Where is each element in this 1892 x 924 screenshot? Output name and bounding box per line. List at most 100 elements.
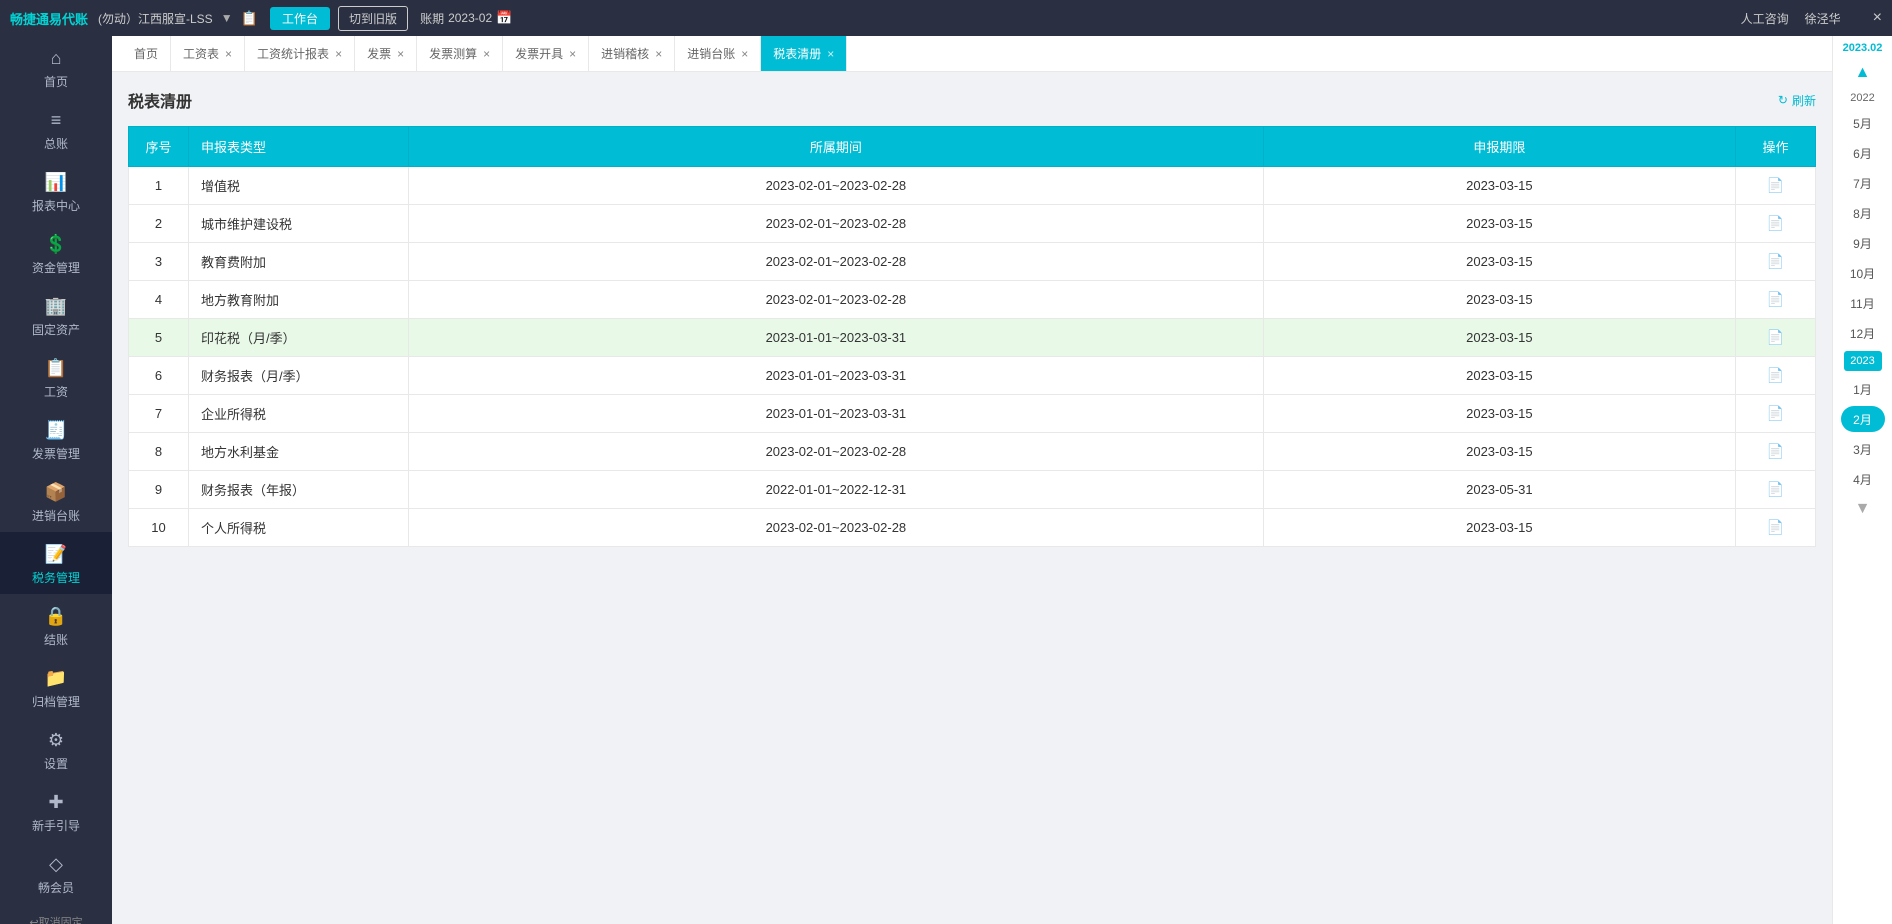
user-service[interactable]: 人工咨询 bbox=[1741, 10, 1789, 27]
ledger-icon: ≡ bbox=[51, 110, 62, 131]
sidebar-item-archive[interactable]: 📁 归档管理 bbox=[0, 656, 112, 718]
sidebar-item-report[interactable]: 📊 报表中心 bbox=[0, 160, 112, 222]
window-close-icon[interactable]: × bbox=[1873, 9, 1882, 27]
cell-deadline: 2023-03-15 bbox=[1263, 433, 1735, 471]
tab-purchase-ledger[interactable]: 进销台账 × bbox=[675, 36, 761, 72]
cell-deadline: 2023-03-15 bbox=[1263, 319, 1735, 357]
settings-icon: ⚙ bbox=[48, 730, 64, 751]
cell-deadline: 2023-03-15 bbox=[1263, 243, 1735, 281]
purchase-icon: 📦 bbox=[45, 482, 67, 503]
page-header: 税表清册 ↻ 刷新 bbox=[128, 88, 1816, 112]
sidebar-item-settings[interactable]: ⚙ 设置 bbox=[0, 718, 112, 780]
action-icon[interactable]: 📄 bbox=[1767, 519, 1784, 535]
calendar-month-2022-8[interactable]: 8月 bbox=[1841, 200, 1885, 226]
action-icon[interactable]: 📄 bbox=[1767, 291, 1784, 307]
cell-period: 2023-02-01~2023-02-28 bbox=[409, 243, 1264, 281]
sidebar-item-ledger[interactable]: ≡ 总账 bbox=[0, 98, 112, 160]
calendar-down-button[interactable]: ▼ bbox=[1841, 496, 1885, 522]
calendar-month-2022-7[interactable]: 7月 bbox=[1841, 170, 1885, 196]
calendar-month-2023-4[interactable]: 4月 bbox=[1841, 466, 1885, 492]
sidebar-item-salary[interactable]: 📋 工资 bbox=[0, 346, 112, 408]
company-dropdown-icon[interactable]: ▼ bbox=[221, 11, 233, 25]
calendar-icon[interactable]: 📅 bbox=[496, 10, 512, 26]
calendar-month-2022-6[interactable]: 6月 bbox=[1841, 140, 1885, 166]
cell-deadline: 2023-03-15 bbox=[1263, 281, 1735, 319]
tab-tax-list-close[interactable]: × bbox=[827, 47, 834, 61]
calendar-month-2023-3[interactable]: 3月 bbox=[1841, 436, 1885, 462]
tab-salary-table[interactable]: 工资表 × bbox=[171, 36, 245, 72]
tab-home[interactable]: 首页 bbox=[122, 36, 171, 72]
copy-icon[interactable]: 📋 bbox=[241, 10, 258, 27]
period-value: 2023-02 bbox=[448, 11, 492, 25]
report-icon: 📊 bbox=[45, 172, 67, 193]
action-icon[interactable]: 📄 bbox=[1767, 443, 1784, 459]
calendar-month-2022-10[interactable]: 10月 bbox=[1841, 260, 1885, 286]
sidebar-unpin-button[interactable]: ↩取消固定 bbox=[0, 904, 112, 924]
action-icon[interactable]: 📄 bbox=[1767, 177, 1784, 193]
cell-type: 地方水利基金 bbox=[189, 433, 409, 471]
calendar-month-2022-12[interactable]: 12月 bbox=[1841, 320, 1885, 346]
action-icon[interactable]: 📄 bbox=[1767, 367, 1784, 383]
cell-no: 9 bbox=[129, 471, 189, 509]
action-icon[interactable]: 📄 bbox=[1767, 329, 1784, 345]
table-row: 8 地方水利基金 2023-02-01~2023-02-28 2023-03-1… bbox=[129, 433, 1816, 471]
table-row: 7 企业所得税 2023-01-01~2023-03-31 2023-03-15… bbox=[129, 395, 1816, 433]
action-icon[interactable]: 📄 bbox=[1767, 481, 1784, 497]
action-icon[interactable]: 📄 bbox=[1767, 215, 1784, 231]
tab-invoice-close[interactable]: × bbox=[397, 47, 404, 61]
tab-invoice-issue[interactable]: 发票开具 × bbox=[503, 36, 589, 72]
tab-purchase-audit[interactable]: 进销稽核 × bbox=[589, 36, 675, 72]
tab-invoice-calc[interactable]: 发票测算 × bbox=[417, 36, 503, 72]
tab-purchase-audit-close[interactable]: × bbox=[655, 47, 662, 61]
action-icon[interactable]: 📄 bbox=[1767, 253, 1784, 269]
table-row: 4 地方教育附加 2023-02-01~2023-02-28 2023-03-1… bbox=[129, 281, 1816, 319]
archive-icon: 📁 bbox=[45, 668, 67, 689]
col-type: 申报表类型 bbox=[189, 127, 409, 167]
tab-invoice-calc-close[interactable]: × bbox=[483, 47, 490, 61]
sidebar-item-guide[interactable]: ✚ 新手引导 bbox=[0, 780, 112, 842]
action-icon[interactable]: 📄 bbox=[1767, 405, 1784, 421]
tab-invoice-issue-close[interactable]: × bbox=[569, 47, 576, 61]
asset-icon: 🏢 bbox=[45, 296, 67, 317]
sidebar-item-invoice[interactable]: 🧾 发票管理 bbox=[0, 408, 112, 470]
sidebar-item-vip[interactable]: ◇ 畅会员 bbox=[0, 842, 112, 904]
refresh-icon: ↻ bbox=[1778, 93, 1788, 107]
cell-no: 7 bbox=[129, 395, 189, 433]
cell-period: 2023-01-01~2023-03-31 bbox=[409, 319, 1264, 357]
calendar-up-button[interactable]: ▲ bbox=[1841, 60, 1885, 86]
sidebar-item-tax[interactable]: 📝 税务管理 bbox=[0, 532, 112, 594]
table-row: 10 个人所得税 2023-02-01~2023-02-28 2023-03-1… bbox=[129, 509, 1816, 547]
calendar-month-2022-11[interactable]: 11月 bbox=[1841, 290, 1885, 316]
calendar-month-2022-9[interactable]: 9月 bbox=[1841, 230, 1885, 256]
workstation-button[interactable]: 工作台 bbox=[270, 7, 330, 30]
calendar-month-2023-1[interactable]: 1月 bbox=[1841, 376, 1885, 402]
cell-action: 📄 bbox=[1736, 205, 1816, 243]
close-account-icon: 🔒 bbox=[45, 606, 67, 627]
switch-old-button[interactable]: 切到旧版 bbox=[338, 6, 408, 31]
calendar-month-2023-2[interactable]: 2月 bbox=[1841, 406, 1885, 432]
tab-salary-table-close[interactable]: × bbox=[225, 47, 232, 61]
calendar-month-2022-5[interactable]: 5月 bbox=[1841, 110, 1885, 136]
cell-deadline: 2023-03-15 bbox=[1263, 509, 1735, 547]
tab-tax-list[interactable]: 税表清册 × bbox=[761, 36, 847, 72]
tab-invoice-calc-label: 发票测算 bbox=[429, 45, 477, 62]
cell-type: 印花税（月/季） bbox=[189, 319, 409, 357]
sidebar-item-fund[interactable]: 💲 资金管理 bbox=[0, 222, 112, 284]
cell-period: 2023-02-01~2023-02-28 bbox=[409, 205, 1264, 243]
tab-purchase-ledger-close[interactable]: × bbox=[741, 47, 748, 61]
company-selector[interactable]: (勿动）江西服宣-LSS bbox=[98, 10, 213, 27]
tab-bar: 首页 工资表 × 工资统计报表 × 发票 × 发票测算 × bbox=[112, 36, 1832, 72]
page-title: 税表清册 bbox=[128, 88, 192, 112]
username[interactable]: 徐泾华 bbox=[1805, 10, 1841, 27]
sidebar-item-home[interactable]: ⌂ 首页 bbox=[0, 36, 112, 98]
cell-deadline: 2023-05-31 bbox=[1263, 471, 1735, 509]
sidebar-item-close[interactable]: 🔒 结账 bbox=[0, 594, 112, 656]
sidebar-item-purchase[interactable]: 📦 进销台账 bbox=[0, 470, 112, 532]
tab-invoice[interactable]: 发票 × bbox=[355, 36, 417, 72]
tab-salary-report[interactable]: 工资统计报表 × bbox=[245, 36, 355, 72]
col-no: 序号 bbox=[129, 127, 189, 167]
sidebar-item-asset[interactable]: 🏢 固定资产 bbox=[0, 284, 112, 346]
refresh-button[interactable]: ↻ 刷新 bbox=[1778, 92, 1816, 109]
tab-salary-report-close[interactable]: × bbox=[335, 47, 342, 61]
sidebar-label-report: 报表中心 bbox=[32, 197, 80, 214]
